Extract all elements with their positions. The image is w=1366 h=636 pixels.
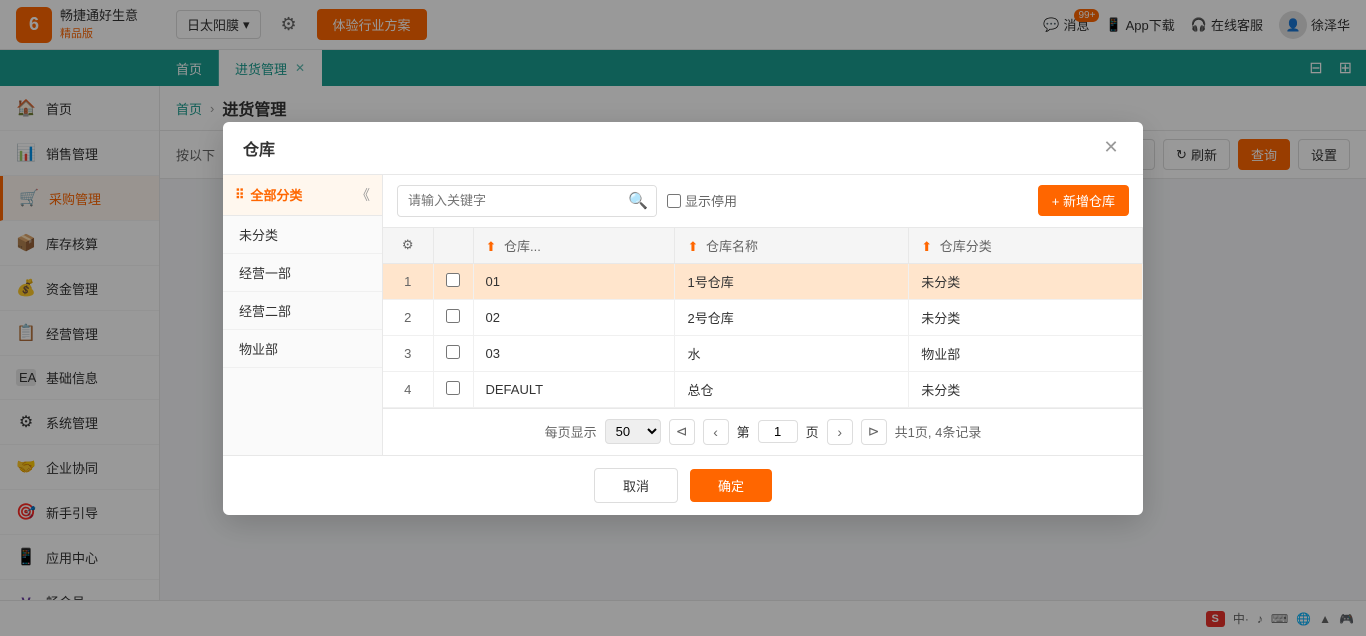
row-checkbox-1[interactable]	[446, 273, 460, 287]
category-panel: ⠿ 全部分类 《 未分类 经营一部 经营二部 物业部	[223, 175, 383, 455]
warehouse-dialog: 仓库 ✕ ⠿ 全部分类 《 未分类 经营一部	[223, 122, 1143, 515]
category-item-ops2[interactable]: 经营二部	[223, 292, 382, 330]
add-warehouse-button[interactable]: + 新增仓库	[1038, 185, 1129, 216]
category-item-unclassified[interactable]: 未分类	[223, 216, 382, 254]
table-row[interactable]: 4 DEFAULT 总仓 未分类	[383, 371, 1143, 407]
show-disabled-area: 显示停用	[667, 191, 737, 210]
sort-icon-name: ⬆	[687, 239, 698, 254]
page-info: 共1页, 4条记录	[895, 422, 982, 441]
table-row[interactable]: 1 01 1号仓库 未分类	[383, 263, 1143, 299]
next-page-button[interactable]: ›	[827, 419, 853, 445]
col-category: ⬆ 仓库分类	[909, 228, 1143, 264]
table-panel: 🔍 显示停用 + 新增仓库 ⚙	[383, 175, 1143, 455]
prev-page-button[interactable]: ‹	[703, 419, 729, 445]
data-table: ⚙ ⬆ 仓库... ⬆ 仓库名称	[383, 228, 1143, 408]
all-category-label: ⠿ 全部分类	[235, 185, 303, 204]
all-category-header[interactable]: ⠿ 全部分类 《	[223, 175, 382, 216]
sort-icon-cat: ⬆	[921, 239, 932, 254]
col-code: ⬆ 仓库...	[473, 228, 675, 264]
confirm-button[interactable]: 确定	[690, 469, 772, 502]
first-page-button[interactable]: ⊲	[669, 419, 695, 445]
cancel-button[interactable]: 取消	[594, 468, 678, 503]
last-page-button[interactable]: ⊳	[861, 419, 887, 445]
row-checkbox-3[interactable]	[446, 345, 460, 359]
dialog-footer: 取消 确定	[223, 455, 1143, 515]
dialog-overlay: 仓库 ✕ ⠿ 全部分类 《 未分类 经营一部	[0, 0, 1366, 636]
dialog-body: ⠿ 全部分类 《 未分类 经营一部 经营二部 物业部	[223, 175, 1143, 455]
col-settings: ⚙	[383, 228, 433, 264]
page-size-select[interactable]: 50 10 20 100	[605, 419, 661, 444]
table-toolbar: 🔍 显示停用 + 新增仓库	[383, 175, 1143, 228]
col-check	[433, 228, 473, 264]
show-disabled-checkbox[interactable]	[667, 194, 681, 208]
dialog-title: 仓库	[243, 136, 275, 160]
search-box: 🔍	[397, 185, 657, 217]
pagination: 每页显示 50 10 20 100 ⊲ ‹ 第 页 › ⊳ 共1页, 4条记录	[383, 408, 1143, 455]
dialog-close-icon[interactable]: ✕	[1099, 136, 1123, 160]
col-name: ⬆ 仓库名称	[675, 228, 909, 264]
page-size-label: 每页显示	[545, 422, 597, 441]
show-disabled-label: 显示停用	[685, 191, 737, 210]
row-checkbox-4[interactable]	[446, 381, 460, 395]
dialog-header: 仓库 ✕	[223, 122, 1143, 175]
sort-icon-code: ⬆	[486, 239, 497, 254]
search-input[interactable]	[398, 188, 620, 213]
category-item-ops1[interactable]: 经营一部	[223, 254, 382, 292]
category-item-property[interactable]: 物业部	[223, 330, 382, 368]
table-row[interactable]: 3 03 水 物业部	[383, 335, 1143, 371]
row-checkbox-2[interactable]	[446, 309, 460, 323]
search-execute-button[interactable]: 🔍	[620, 186, 656, 216]
collapse-icon[interactable]: 《	[356, 185, 370, 205]
table-row[interactable]: 2 02 2号仓库 未分类	[383, 299, 1143, 335]
grid-icon: ⠿	[235, 187, 245, 203]
page-number-input[interactable]	[758, 420, 798, 443]
